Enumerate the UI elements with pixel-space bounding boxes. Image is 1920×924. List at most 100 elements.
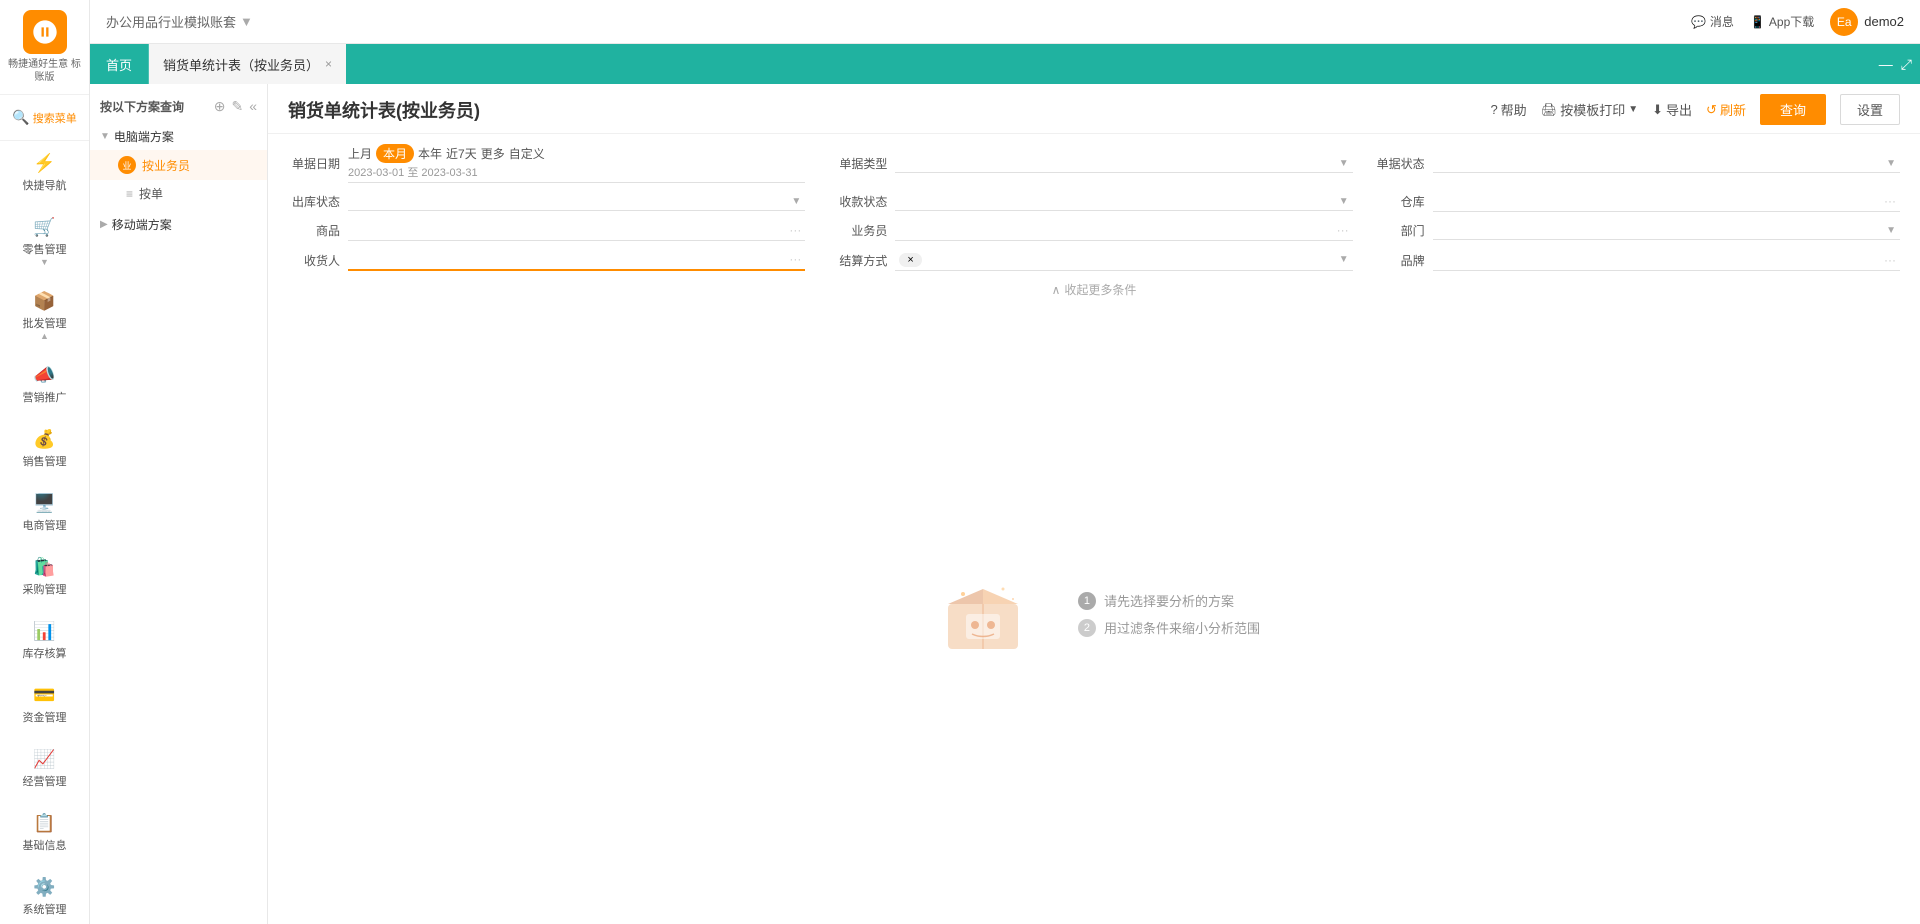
message-icon: 💬 [1691, 15, 1706, 29]
out-status-label: 出库状态 [288, 193, 348, 210]
tabbar: 首页 销货单统计表（按业务员） × — ⤢ [90, 44, 1920, 84]
wholesale-icon: 📦 [33, 291, 55, 312]
message-button[interactable]: 💬 消息 [1691, 13, 1734, 30]
consignee-dots: ··· [789, 252, 801, 266]
tab-close-button[interactable]: × [325, 57, 332, 71]
receipt-status-field[interactable]: ▼ [895, 193, 1352, 211]
panel-section-desktop: ▼ 电脑端方案 业 按业务员 ≡ 按单 [90, 121, 267, 209]
brand-field[interactable]: ··· [1433, 250, 1900, 271]
query-button[interactable]: 查询 [1760, 94, 1826, 125]
search-menu-label[interactable]: 🔍 搜索菜单 [8, 103, 81, 132]
salesman-dots: ··· [1337, 223, 1349, 237]
receipt-status-arrow: ▼ [1339, 196, 1349, 207]
empty-content: 1 请先选择要分析的方案 2 用过滤条件来缩小分析范围 [928, 569, 1260, 659]
date-last-month-btn[interactable]: 上月 [348, 145, 372, 162]
warehouse-field[interactable]: ··· [1433, 191, 1900, 212]
dept-field[interactable]: ▼ [1433, 222, 1900, 240]
topbar-title: 办公用品行业模拟账套 ▼ [106, 12, 253, 31]
collapse-icon: ∧ [1052, 283, 1061, 297]
brand-label: 品牌 [1373, 252, 1433, 269]
sidebar-item-ops[interactable]: 📈 经营管理 [0, 737, 89, 801]
salesman-label: 业务员 [835, 222, 895, 239]
date-this-month-btn[interactable]: 本月 [376, 144, 414, 163]
finance-icon: 💳 [33, 685, 55, 706]
payment-field[interactable]: × ▼ [895, 250, 1352, 271]
sidebar-item-ecommerce[interactable]: 🖥️ 电商管理 [0, 481, 89, 545]
date-this-year-btn[interactable]: 本年 [418, 145, 442, 162]
doc-type-field[interactable]: ▼ [895, 155, 1352, 173]
sidebar-item-sales[interactable]: 💰 销售管理 [0, 417, 89, 481]
hint-number-1: 1 [1078, 592, 1096, 610]
date-custom-btn[interactable]: 自定义 [509, 145, 545, 162]
filter-out-status-item: 出库状态 ▼ [288, 191, 825, 212]
sidebar-item-marketing[interactable]: 📣 营销推广 [0, 353, 89, 417]
brand-dots: ··· [1884, 253, 1896, 267]
topbar-dropdown-icon[interactable]: ▼ [240, 14, 253, 29]
warehouse-label: 仓库 [1373, 193, 1433, 210]
date-more-btn[interactable]: 更多 [481, 145, 505, 162]
help-icon: ? [1490, 102, 1497, 117]
sidebar-item-inventory[interactable]: 📊 库存核算 [0, 609, 89, 673]
sidebar-item-retail[interactable]: 🛒 零售管理 ▼ [0, 205, 89, 279]
sidebar-item-system[interactable]: ⚙️ 系统管理 [0, 865, 89, 924]
panel-section-mobile-header[interactable]: ▶ 移动端方案 [90, 211, 267, 238]
collapse-button[interactable]: ∧ 收起更多条件 [1052, 281, 1137, 298]
filter-salesman-item: 业务员 ··· [825, 220, 1362, 241]
ops-icon: 📈 [33, 749, 55, 770]
sidebar-item-finance[interactable]: 💳 资金管理 [0, 673, 89, 737]
date-7days-btn[interactable]: 近7天 [446, 145, 477, 162]
empty-state: 1 请先选择要分析的方案 2 用过滤条件来缩小分析范围 [268, 304, 1920, 924]
payment-tag-close[interactable]: × [907, 254, 913, 266]
empty-hint-1: 1 请先选择要分析的方案 [1078, 591, 1260, 610]
app-download-button[interactable]: 📱 App下载 [1750, 13, 1814, 30]
sidebar-item-quick-nav[interactable]: ⚡ 快捷导航 [0, 141, 89, 205]
doc-status-field[interactable]: ▼ [1433, 155, 1900, 173]
tab-minimize-button[interactable]: — [1879, 56, 1893, 72]
sidebar-item-purchase[interactable]: 🛍️ 采购管理 [0, 545, 89, 609]
sidebar-item-basic[interactable]: 📋 基础信息 [0, 801, 89, 865]
filter-section: 单据日期 上月 本月 本年 近7天 更多 自定义 2023-03-01 至 20… [268, 134, 1920, 304]
doc-type-arrow: ▼ [1339, 158, 1349, 169]
user-menu[interactable]: Ea demo2 [1830, 8, 1904, 36]
help-button[interactable]: ? 帮助 [1490, 100, 1526, 119]
filter-row-1: 单据日期 上月 本月 本年 近7天 更多 自定义 2023-03-01 至 20… [288, 144, 1900, 183]
panel-item-by-salesman[interactable]: 业 按业务员 [90, 150, 267, 180]
panel-section-mobile: ▶ 移动端方案 [90, 209, 267, 240]
panel-item-by-order[interactable]: ≡ 按单 [90, 180, 267, 207]
date-field: 上月 本月 本年 近7天 更多 自定义 2023-03-01 至 2023-03… [348, 144, 805, 183]
panel-section-desktop-header[interactable]: ▼ 电脑端方案 [90, 123, 267, 150]
consignee-field[interactable]: ··· [348, 249, 805, 271]
empty-hints: 1 请先选择要分析的方案 2 用过滤条件来缩小分析范围 [1078, 591, 1260, 637]
empty-illustration [928, 569, 1038, 659]
tab-home[interactable]: 首页 [90, 44, 149, 84]
out-status-field[interactable]: ▼ [348, 193, 805, 211]
right-panel: 销货单统计表(按业务员) ? 帮助 🖨 按模板打印 ▼ ⬇ 导出 [268, 84, 1920, 924]
ecommerce-icon: 🖥️ [33, 493, 55, 514]
export-button[interactable]: ⬇ 导出 [1652, 100, 1692, 119]
panel-header-icons: ⊕ ✎ « [214, 98, 257, 115]
tab-maximize-button[interactable]: ⤢ [1901, 56, 1912, 73]
panel-add-icon[interactable]: ⊕ [214, 98, 226, 115]
dept-arrow: ▼ [1886, 225, 1896, 236]
filter-brand-item: 品牌 ··· [1363, 249, 1900, 271]
filter-row-4: 收货人 ··· 结算方式 × [288, 249, 1900, 271]
sidebar-nav: ⚡ 快捷导航 🛒 零售管理 ▼ 📦 批发管理 ▲ 📣 营销推广 💰 销售管理 🖥… [0, 141, 89, 924]
empty-hint-2: 2 用过滤条件来缩小分析范围 [1078, 618, 1260, 637]
phone-icon: 📱 [1750, 15, 1765, 29]
payment-label: 结算方式 [835, 252, 895, 269]
payment-clear-tag: × [899, 253, 921, 267]
panel-edit-icon[interactable]: ✎ [231, 98, 243, 115]
payment-arrow: ▼ [1339, 254, 1349, 265]
sidebar-item-wholesale[interactable]: 📦 批发管理 ▲ [0, 279, 89, 353]
tab-active[interactable]: 销货单统计表（按业务员） × [149, 44, 346, 84]
panel-collapse-icon[interactable]: « [249, 98, 257, 115]
goods-field[interactable]: ··· [348, 220, 805, 241]
salesman-field[interactable]: ··· [895, 220, 1352, 241]
sidebar-search[interactable]: 🔍 搜索菜单 [0, 95, 89, 141]
settings-button[interactable]: 设置 [1840, 94, 1900, 125]
doc-type-label: 单据类型 [835, 155, 895, 172]
order-scheme-icon: ≡ [126, 187, 133, 201]
print-button[interactable]: 🖨 按模板打印 ▼ [1541, 100, 1638, 119]
refresh-button[interactable]: ↺ 刷新 [1706, 100, 1746, 119]
page-title: 销货单统计表(按业务员) [288, 97, 480, 123]
